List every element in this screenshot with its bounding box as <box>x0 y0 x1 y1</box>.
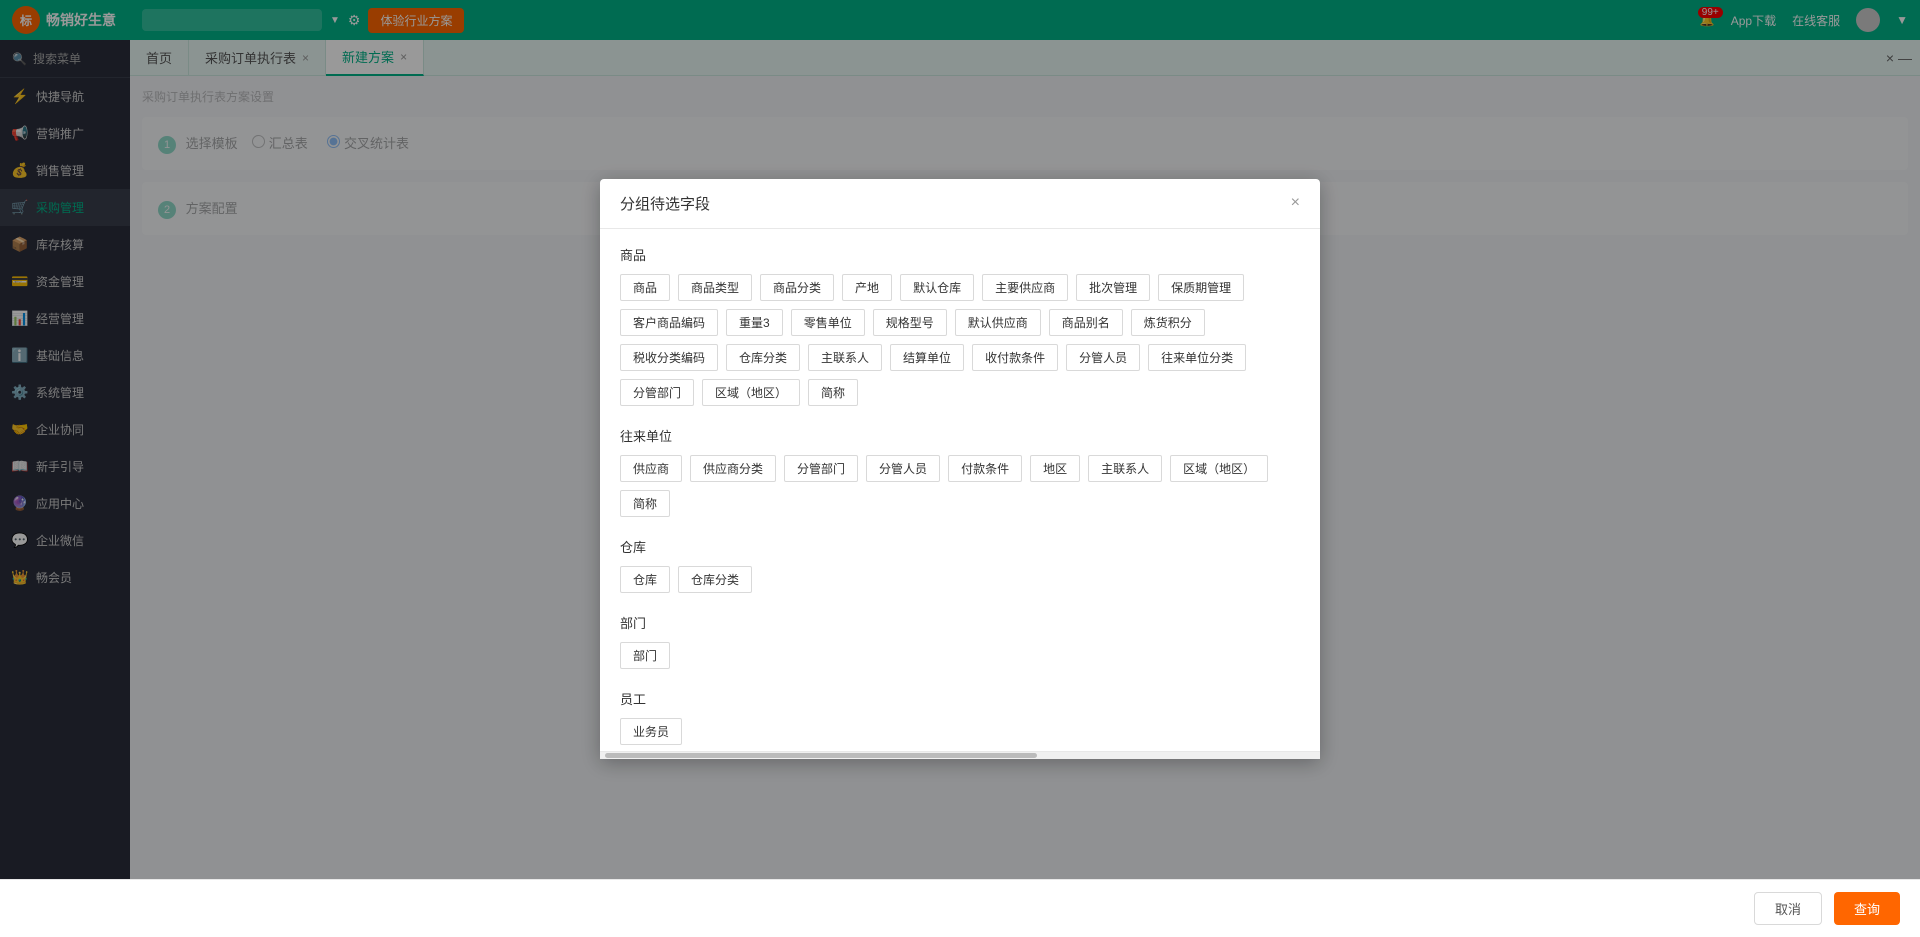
field-tag-warehouse-category[interactable]: 仓库分类 <box>726 344 800 371</box>
field-tag-supplier[interactable]: 供应商 <box>620 455 682 482</box>
modal-footer: 取消 查询 <box>0 879 1920 937</box>
modal-title: 分组待选字段 <box>620 193 710 214</box>
field-tag-product[interactable]: 商品 <box>620 274 670 301</box>
field-tag-product-category[interactable]: 商品分类 <box>760 274 834 301</box>
field-tag-product-type[interactable]: 商品类型 <box>678 274 752 301</box>
field-tag-tax-code[interactable]: 税收分类编码 <box>620 344 718 371</box>
field-tag-settlement-unit[interactable]: 结算单位 <box>890 344 964 371</box>
section-product-title: 商品 <box>620 245 1300 264</box>
field-select-modal: 分组待选字段 × 商品 商品 商品类型 商品分类 产地 默认仓库 主要供应商 批… <box>600 179 1320 759</box>
field-tag-origin[interactable]: 产地 <box>842 274 892 301</box>
section-department: 部门 部门 <box>620 613 1300 669</box>
field-tag-retail-unit[interactable]: 零售单位 <box>791 309 865 336</box>
section-employee-title: 员工 <box>620 689 1300 708</box>
modal-horizontal-scrollbar[interactable] <box>600 751 1320 759</box>
field-tag-partner-region[interactable]: 区域（地区） <box>1170 455 1268 482</box>
field-tag-default-supplier[interactable]: 默认供应商 <box>955 309 1041 336</box>
section-employee: 员工 业务员 <box>620 689 1300 745</box>
field-tag-warehouse[interactable]: 仓库 <box>620 566 670 593</box>
field-tag-batch-mgmt[interactable]: 批次管理 <box>1076 274 1150 301</box>
field-tag-manager[interactable]: 分管人员 <box>1066 344 1140 371</box>
warehouse-field-tags: 仓库 仓库分类 <box>620 566 1300 593</box>
department-field-tags: 部门 <box>620 642 1300 669</box>
product-field-tags: 商品 商品类型 商品分类 产地 默认仓库 主要供应商 批次管理 保质期管理 客户… <box>620 274 1300 406</box>
modal-body: 商品 商品 商品类型 商品分类 产地 默认仓库 主要供应商 批次管理 保质期管理… <box>600 229 1320 751</box>
section-warehouse: 仓库 仓库 仓库分类 <box>620 537 1300 593</box>
section-product: 商品 商品 商品类型 商品分类 产地 默认仓库 主要供应商 批次管理 保质期管理… <box>620 245 1300 406</box>
modal-overlay: 分组待选字段 × 商品 商品 商品类型 商品分类 产地 默认仓库 主要供应商 批… <box>0 0 1920 937</box>
modal-header: 分组待选字段 × <box>600 179 1320 229</box>
section-warehouse-title: 仓库 <box>620 537 1300 556</box>
field-tag-region[interactable]: 区域（地区） <box>702 379 800 406</box>
section-partner: 往来单位 供应商 供应商分类 分管部门 分管人员 付款条件 地区 主联系人 区域… <box>620 426 1300 517</box>
field-tag-weight[interactable]: 重量3 <box>726 309 783 336</box>
field-tag-main-contact[interactable]: 主联系人 <box>808 344 882 371</box>
field-tag-payment-condition[interactable]: 付款条件 <box>948 455 1022 482</box>
field-tag-partner-contact[interactable]: 主联系人 <box>1088 455 1162 482</box>
field-tag-partner-category[interactable]: 往来单位分类 <box>1148 344 1246 371</box>
field-tag-dept-in-charge[interactable]: 分管部门 <box>620 379 694 406</box>
field-tag-supplier-category[interactable]: 供应商分类 <box>690 455 776 482</box>
field-tag-partner-short[interactable]: 简称 <box>620 490 670 517</box>
employee-field-tags: 业务员 <box>620 718 1300 745</box>
field-tag-quality-period[interactable]: 保质期管理 <box>1158 274 1244 301</box>
field-tag-spec-model[interactable]: 规格型号 <box>873 309 947 336</box>
section-department-title: 部门 <box>620 613 1300 632</box>
field-tag-area[interactable]: 地区 <box>1030 455 1080 482</box>
section-partner-title: 往来单位 <box>620 426 1300 445</box>
field-tag-short-name[interactable]: 简称 <box>808 379 858 406</box>
field-tag-product-alias[interactable]: 商品别名 <box>1049 309 1123 336</box>
field-tag-default-warehouse[interactable]: 默认仓库 <box>900 274 974 301</box>
field-tag-partner-manager[interactable]: 分管人员 <box>866 455 940 482</box>
field-tag-partner-dept[interactable]: 分管部门 <box>784 455 858 482</box>
partner-field-tags: 供应商 供应商分类 分管部门 分管人员 付款条件 地区 主联系人 区域（地区） … <box>620 455 1300 517</box>
field-tag-payment-terms[interactable]: 收付款条件 <box>972 344 1058 371</box>
field-tag-refine-points[interactable]: 炼货积分 <box>1131 309 1205 336</box>
field-tag-sales-person[interactable]: 业务员 <box>620 718 682 745</box>
field-tag-department[interactable]: 部门 <box>620 642 670 669</box>
cancel-button[interactable]: 取消 <box>1754 892 1822 925</box>
confirm-button[interactable]: 查询 <box>1834 892 1900 925</box>
field-tag-customer-code[interactable]: 客户商品编码 <box>620 309 718 336</box>
field-tag-main-supplier[interactable]: 主要供应商 <box>982 274 1068 301</box>
modal-close-icon[interactable]: × <box>1291 194 1300 212</box>
field-tag-warehouse-type[interactable]: 仓库分类 <box>678 566 752 593</box>
